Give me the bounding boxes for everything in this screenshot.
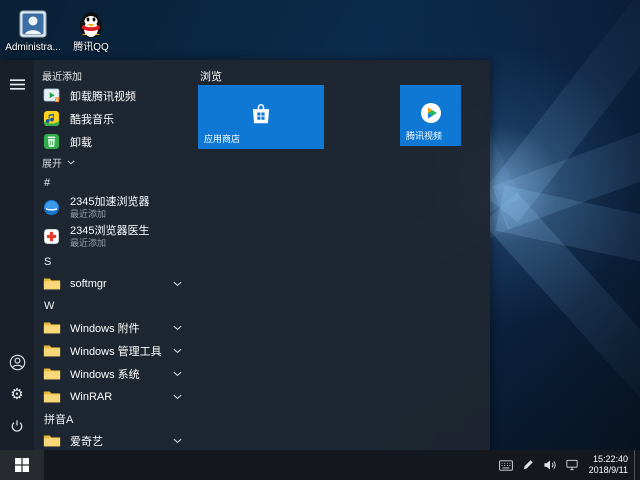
volume-icon[interactable] [542, 457, 558, 473]
clock-time: 15:22:40 [589, 454, 628, 465]
taskbar-clock[interactable]: 15:22:40 2018/9/11 [589, 454, 628, 476]
chevron-down-icon [173, 348, 182, 354]
app-list-section-header[interactable]: 拼音A [36, 408, 192, 429]
gear-icon: ⚙ [10, 387, 23, 402]
clock-date: 2018/9/11 [589, 465, 628, 476]
pen-input-icon[interactable] [520, 457, 536, 473]
chevron-down-icon [173, 325, 182, 331]
uninstall-icon [42, 133, 61, 150]
chevron-down-icon [173, 438, 182, 444]
app-list-section-header[interactable]: W [36, 295, 192, 316]
app-label: 2345加速浏览器 [70, 196, 149, 208]
chevron-down-icon [67, 160, 75, 165]
app-list-item-uninstall[interactable]: 卸载 [36, 130, 192, 153]
network-icon[interactable] [564, 457, 580, 473]
tile-group-label[interactable]: 浏览 [200, 68, 222, 84]
folder-icon [42, 365, 61, 382]
app-sublabel: 最近添加 [70, 237, 149, 249]
hamburger-icon [10, 77, 25, 92]
app-label: 卸载腾讯视频 [70, 88, 136, 104]
app-list-section-header[interactable]: S [36, 251, 192, 272]
app-list-folder-windows-accessories[interactable]: Windows 附件 [36, 316, 192, 339]
start-button[interactable] [0, 450, 44, 480]
app-list-item-2345-browser[interactable]: 2345加速浏览器 最近添加 [36, 193, 192, 222]
app-list-folder-iqiyi[interactable]: 爱奇艺 [36, 429, 192, 450]
app-list-folder-windows-admin-tools[interactable]: Windows 管理工具 [36, 339, 192, 362]
system-tray: 15:22:40 2018/9/11 [495, 450, 640, 480]
tile-label: 应用商店 [204, 132, 240, 145]
desktop-icon-qq[interactable]: 腾讯QQ [62, 8, 120, 54]
desktop-icon-administrator[interactable]: Administra... [4, 8, 62, 54]
app-label: 酷我音乐 [70, 111, 114, 127]
folder-icon [42, 388, 61, 405]
user-account-icon [17, 8, 49, 40]
doctor-2345-icon [42, 228, 61, 245]
folder-icon [42, 275, 61, 292]
windows-logo-icon [15, 458, 29, 472]
touch-keyboard-icon[interactable] [498, 457, 514, 473]
app-label: 2345浏览器医生 [70, 225, 149, 237]
app-label: Windows 管理工具 [70, 343, 162, 359]
user-icon [9, 354, 26, 371]
start-menu-tiles: 浏览 应用商店 [192, 60, 490, 450]
start-menu-rail: ⚙ [0, 60, 34, 450]
desktop-screen: Administra... 腾讯QQ [0, 0, 640, 480]
app-sublabel: 最近添加 [70, 208, 149, 220]
start-menu: ⚙ 最近添加 [0, 60, 490, 450]
power-icon [10, 419, 24, 433]
app-list-folder-winrar[interactable]: WinRAR [36, 385, 192, 408]
chevron-down-icon [173, 394, 182, 400]
kuwo-music-icon [42, 110, 61, 127]
windows-store-icon [248, 101, 274, 127]
app-label: 爱奇艺 [70, 433, 103, 449]
app-label: WinRAR [70, 391, 112, 403]
app-label: Windows 附件 [70, 320, 140, 336]
app-label: Windows 系统 [70, 366, 140, 382]
tencent-video-icon [419, 101, 443, 125]
app-list-item-kuwo-music[interactable]: 酷我音乐 [36, 107, 192, 130]
settings-button[interactable]: ⚙ [5, 382, 29, 406]
desktop-icon-label: Administra... [5, 42, 61, 53]
app-label: softmgr [70, 278, 107, 290]
app-list-item-uninstall-tencent-video[interactable]: 卸载腾讯视频 [36, 84, 192, 107]
uninstall-video-icon [42, 87, 61, 104]
app-label: 卸载 [70, 134, 92, 150]
chevron-down-icon [173, 371, 182, 377]
taskbar: 15:22:40 2018/9/11 [0, 450, 640, 480]
folder-icon [42, 342, 61, 359]
app-list-folder-softmgr[interactable]: softmgr [36, 272, 192, 295]
expand-list-button[interactable]: 展开 [36, 153, 192, 172]
power-button[interactable] [5, 414, 29, 438]
qq-penguin-icon [75, 8, 107, 40]
app-list-item-2345-doctor[interactable]: 2345浏览器医生 最近添加 [36, 222, 192, 251]
chevron-down-icon [173, 281, 182, 287]
app-list-section-header: 最近添加 [36, 66, 192, 84]
app-list-section-header[interactable]: # [36, 172, 192, 193]
tile-label: 腾讯视频 [406, 129, 442, 142]
folder-icon [42, 432, 61, 449]
desktop-icon-label: 腾讯QQ [73, 42, 109, 53]
folder-icon [42, 319, 61, 336]
user-profile-button[interactable] [5, 350, 29, 374]
start-menu-app-list: 最近添加 卸载腾讯视频 [34, 60, 192, 450]
tile-windows-store[interactable]: 应用商店 [198, 85, 324, 149]
show-desktop-button[interactable] [634, 450, 640, 480]
tile-tencent-video[interactable]: 腾讯视频 [400, 85, 461, 146]
app-list-folder-windows-system[interactable]: Windows 系统 [36, 362, 192, 385]
browser-2345-icon [42, 199, 61, 216]
hamburger-menu-button[interactable] [5, 72, 29, 96]
